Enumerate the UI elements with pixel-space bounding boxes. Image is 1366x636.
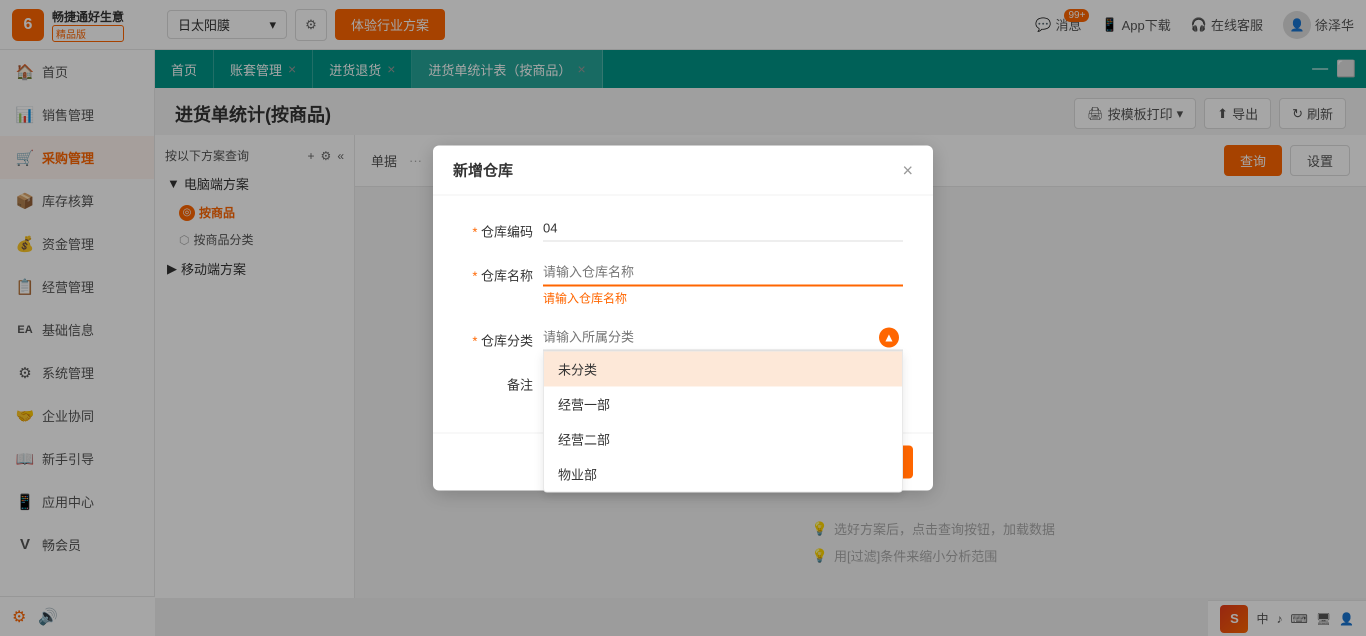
warehouse-category-row: 仓库分类 ▲ 未分类 经营一部 经营二部 物业部 <box>463 325 903 351</box>
category-dropdown: 未分类 经营一部 经营二部 物业部 <box>543 351 903 493</box>
dropdown-item-property[interactable]: 物业部 <box>544 457 902 492</box>
category-select-wrap: ▲ <box>543 325 903 351</box>
category-label: 仓库分类 <box>463 325 533 350</box>
dialog-title: 新增仓库 <box>453 160 513 181</box>
warehouse-code-input[interactable] <box>543 216 903 242</box>
name-label: 仓库名称 <box>463 260 533 285</box>
code-label: 仓库编码 <box>463 216 533 241</box>
note-label: 备注 <box>463 369 533 394</box>
code-control <box>543 216 903 242</box>
new-warehouse-dialog: 新增仓库 × 仓库编码 仓库名称 请输入仓库名称 仓库分类 ▲ <box>433 146 933 491</box>
name-error-message: 请输入仓库名称 <box>543 290 903 307</box>
warehouse-name-input[interactable] <box>543 260 903 287</box>
category-toggle-button[interactable]: ▲ <box>879 328 899 348</box>
category-control: ▲ 未分类 经营一部 经营二部 物业部 <box>543 325 903 351</box>
dialog-close-button[interactable]: × <box>902 161 913 179</box>
name-control: 请输入仓库名称 <box>543 260 903 307</box>
dropdown-item-dept2[interactable]: 经营二部 <box>544 422 902 457</box>
category-input[interactable] <box>543 325 903 351</box>
dialog-header: 新增仓库 × <box>433 146 933 196</box>
warehouse-name-row: 仓库名称 请输入仓库名称 <box>463 260 903 307</box>
dropdown-item-uncategorized[interactable]: 未分类 <box>544 352 902 387</box>
dropdown-item-dept1[interactable]: 经营一部 <box>544 387 902 422</box>
dialog-body: 仓库编码 仓库名称 请输入仓库名称 仓库分类 ▲ 未分类 <box>433 196 933 433</box>
warehouse-code-row: 仓库编码 <box>463 216 903 242</box>
